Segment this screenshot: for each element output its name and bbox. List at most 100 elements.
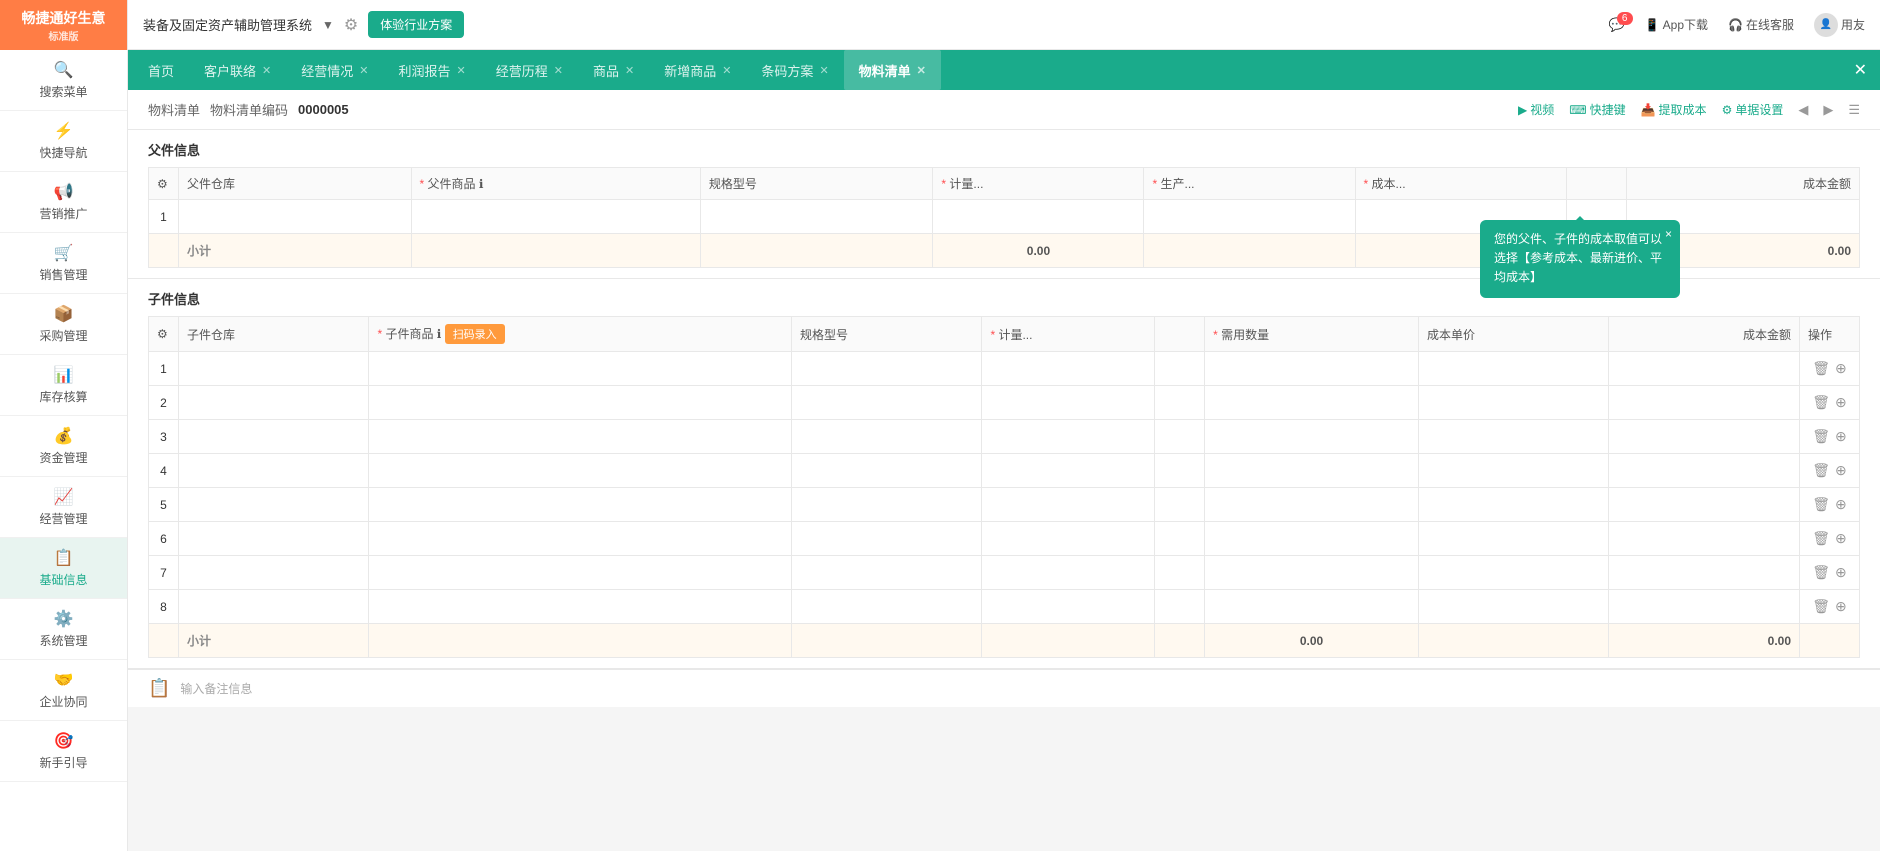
child-cell-unit-cost[interactable] (1419, 420, 1609, 454)
tab-close-1[interactable]: ✕ (262, 64, 271, 77)
sidebar-item-inventory[interactable]: 📊库存核算 (0, 355, 127, 416)
child-cell-warehouse[interactable] (179, 352, 369, 386)
child-cell-warehouse[interactable] (179, 556, 369, 590)
child-th-settings[interactable]: ⚙ (149, 317, 179, 352)
child-cell-product[interactable] (369, 522, 792, 556)
child-cell-unit[interactable] (982, 352, 1155, 386)
nav-close-all[interactable]: ✕ (1846, 60, 1875, 80)
nav-tab-5[interactable]: 商品✕ (578, 50, 649, 90)
child-cell-qty[interactable] (1205, 488, 1419, 522)
nav-right-icon[interactable]: ▶ (1823, 102, 1833, 118)
child-cell-unit[interactable] (982, 522, 1155, 556)
parent-cell-unit[interactable] (933, 200, 1144, 234)
child-cell-warehouse[interactable] (179, 522, 369, 556)
sidebar-item-search[interactable]: 🔍搜索菜单 (0, 50, 127, 111)
parent-th-settings[interactable]: ⚙ (149, 168, 179, 200)
delete-icon[interactable]: 🗑 (1812, 496, 1830, 513)
child-cell-unit-cost[interactable] (1419, 522, 1609, 556)
shortcut-btn[interactable]: ⌨ 快捷键 (1569, 101, 1625, 118)
note-icon[interactable]: 📋 (148, 678, 170, 699)
child-cell-product[interactable] (369, 352, 792, 386)
sidebar-item-marketing[interactable]: 📢营销推广 (0, 172, 127, 233)
settings-icon[interactable]: ⚙ (344, 15, 358, 35)
system-dropdown-icon[interactable]: ▼ (322, 18, 334, 32)
child-cell-unit-cost[interactable] (1419, 590, 1609, 624)
nav-tab-3[interactable]: 利润报告✕ (383, 50, 480, 90)
nav-tab-7[interactable]: 条码方案✕ (746, 50, 843, 90)
nav-left-icon[interactable]: ◀ (1798, 102, 1808, 118)
child-cell-spec[interactable] (791, 488, 981, 522)
delete-icon[interactable]: 🗑 (1812, 394, 1830, 411)
sidebar-item-newbie[interactable]: 🎯新手引导 (0, 721, 127, 782)
delete-icon[interactable]: 🗑 (1812, 530, 1830, 547)
copy-icon[interactable]: ⊕ (1835, 428, 1847, 445)
grid-view-icon[interactable]: ☰ (1848, 102, 1860, 118)
delete-icon[interactable]: 🗑 (1812, 360, 1830, 377)
child-cell-warehouse[interactable] (179, 590, 369, 624)
sidebar-item-basic[interactable]: 📋基础信息 (0, 538, 127, 599)
sidebar-item-collab[interactable]: 🤝企业协同 (0, 660, 127, 721)
child-cell-product[interactable] (369, 590, 792, 624)
copy-icon[interactable]: ⊕ (1835, 496, 1847, 513)
child-cell-product[interactable] (369, 454, 792, 488)
sidebar-item-quick-nav[interactable]: ⚡快捷导航 (0, 111, 127, 172)
extract-cost-btn[interactable]: 📥 提取成本 (1641, 101, 1707, 118)
child-cell-unit[interactable] (982, 590, 1155, 624)
child-cell-qty[interactable] (1205, 454, 1419, 488)
child-cell-unit[interactable] (982, 488, 1155, 522)
parent-cell-spec[interactable] (700, 200, 933, 234)
child-cell-product[interactable] (369, 488, 792, 522)
sidebar-item-finance[interactable]: 💰资金管理 (0, 416, 127, 477)
child-cell-spec[interactable] (791, 386, 981, 420)
child-cell-qty[interactable] (1205, 556, 1419, 590)
online-support-btn[interactable]: 🎧 在线客服 (1728, 16, 1794, 33)
child-cell-unit[interactable] (982, 454, 1155, 488)
child-cell-product[interactable] (369, 556, 792, 590)
tooltip-close-btn[interactable]: × (1665, 225, 1672, 244)
child-cell-qty[interactable] (1205, 352, 1419, 386)
app-download-btn[interactable]: 📱 App下载 (1645, 16, 1708, 33)
parent-cell-warehouse[interactable] (179, 200, 412, 234)
tab-close-7[interactable]: ✕ (819, 64, 828, 77)
message-icon-wrap[interactable]: 💬 6 (1609, 17, 1625, 33)
tab-close-4[interactable]: ✕ (554, 64, 563, 77)
delete-icon[interactable]: 🗑 (1812, 598, 1830, 615)
tab-close-5[interactable]: ✕ (625, 64, 634, 77)
child-cell-spec[interactable] (791, 590, 981, 624)
child-cell-spec[interactable] (791, 556, 981, 590)
sidebar-item-system[interactable]: ⚙️系统管理 (0, 599, 127, 660)
child-cell-unit-cost[interactable] (1419, 454, 1609, 488)
copy-icon[interactable]: ⊕ (1835, 360, 1847, 377)
parent-cell-produce[interactable] (1144, 200, 1355, 234)
tab-close-3[interactable]: ✕ (457, 64, 466, 77)
child-cell-warehouse[interactable] (179, 386, 369, 420)
child-cell-spec[interactable] (791, 420, 981, 454)
nav-tab-4[interactable]: 经营历程✕ (481, 50, 578, 90)
single-settings-btn[interactable]: ⚙ 单据设置 (1722, 101, 1784, 118)
copy-icon[interactable]: ⊕ (1835, 598, 1847, 615)
child-cell-spec[interactable] (791, 352, 981, 386)
sidebar-item-operation[interactable]: 📈经营管理 (0, 477, 127, 538)
child-cell-warehouse[interactable] (179, 454, 369, 488)
delete-icon[interactable]: 🗑 (1812, 564, 1830, 581)
copy-icon[interactable]: ⊕ (1835, 564, 1847, 581)
child-cell-warehouse[interactable] (179, 488, 369, 522)
child-cell-warehouse[interactable] (179, 420, 369, 454)
parent-cell-product[interactable] (411, 200, 700, 234)
child-cell-unit-cost[interactable] (1419, 386, 1609, 420)
sidebar-item-sales[interactable]: 🛒销售管理 (0, 233, 127, 294)
child-cell-unit-cost[interactable] (1419, 488, 1609, 522)
child-cell-unit[interactable] (982, 556, 1155, 590)
user-menu[interactable]: 👤 用友 (1814, 13, 1865, 37)
delete-icon[interactable]: 🗑 (1812, 462, 1830, 479)
child-cell-qty[interactable] (1205, 386, 1419, 420)
nav-tab-2[interactable]: 经营情况✕ (286, 50, 383, 90)
child-cell-qty[interactable] (1205, 522, 1419, 556)
child-cell-qty[interactable] (1205, 420, 1419, 454)
nav-tab-8[interactable]: 物料清单✕ (844, 50, 941, 90)
sidebar-item-purchase[interactable]: 📦采购管理 (0, 294, 127, 355)
nav-tab-6[interactable]: 新增商品✕ (649, 50, 746, 90)
scan-btn[interactable]: 扫码录入 (445, 324, 505, 344)
child-cell-unit-cost[interactable] (1419, 556, 1609, 590)
trial-button[interactable]: 体验行业方案 (368, 11, 464, 38)
